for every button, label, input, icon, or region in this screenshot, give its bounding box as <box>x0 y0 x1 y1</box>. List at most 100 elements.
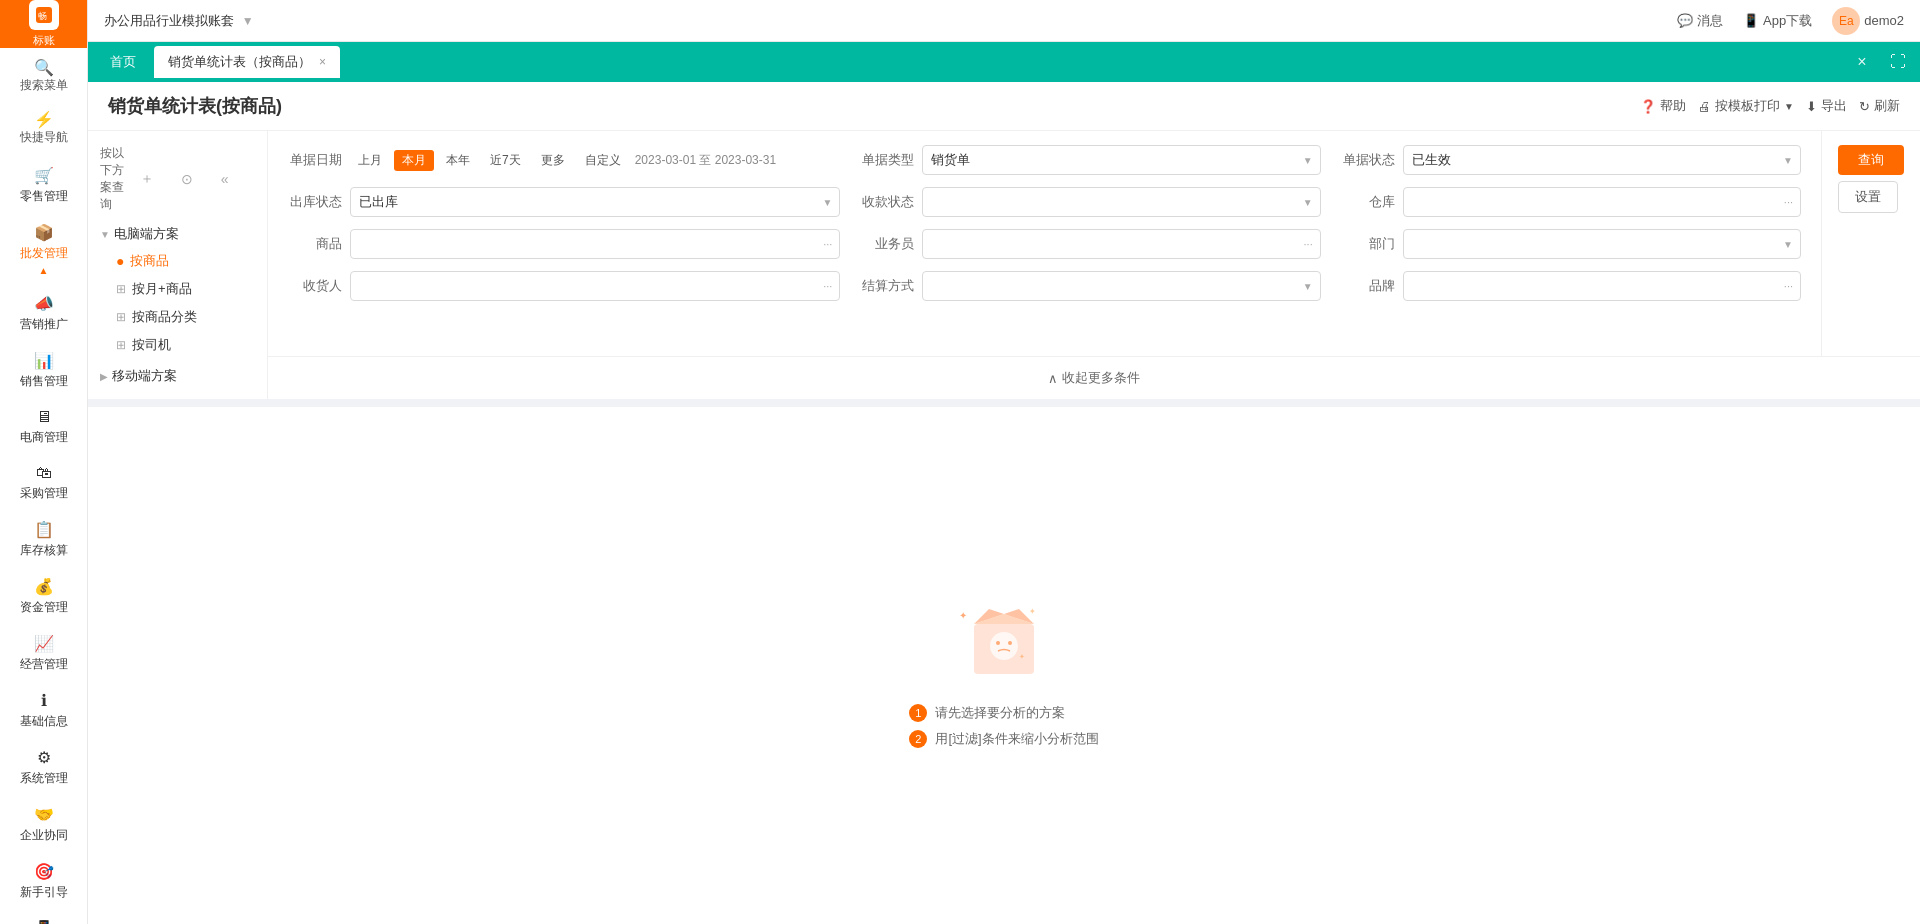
sidebar-item-basicinfo[interactable]: ℹ 基础信息 <box>0 681 87 738</box>
export-btn[interactable]: ⬇ 导出 <box>1806 97 1847 115</box>
date-label: 单据日期 <box>288 151 342 169</box>
tip-2-text: 用[过滤]条件来缩小分析范围 <box>935 730 1098 748</box>
settlement-label: 结算方式 <box>860 277 914 295</box>
date-btn-custom[interactable]: 自定义 <box>577 150 629 171</box>
filter-row-1: 单据日期 上月 本月 本年 近7天 更多 自定义 <box>288 145 1801 175</box>
finance-label: 资金管理 <box>20 599 68 616</box>
sidebar-item-system[interactable]: ⚙ 系统管理 <box>0 738 87 795</box>
date-btn-more[interactable]: 更多 <box>533 150 573 171</box>
scheme-item-goods-category[interactable]: ⊞ 按商品分类 <box>88 303 267 331</box>
topbar-msg-btn[interactable]: 💬 消息 <box>1677 12 1723 30</box>
marketing-icon: 📣 <box>34 294 54 313</box>
doctype-control: ▼ <box>922 145 1320 175</box>
settlement-control: ▼ <box>922 271 1320 301</box>
salesperson-input[interactable] <box>922 229 1320 259</box>
filter-row-2: 出库状态 ▼ 收款状态 <box>288 187 1801 217</box>
warehouse-dots-icon[interactable]: ··· <box>1784 196 1793 208</box>
sidebar-item-purchase[interactable]: 🛍 采购管理 <box>0 454 87 510</box>
sidebar-item-quicknav[interactable]: ⚡ 快捷导航 <box>0 100 87 152</box>
sidebar-item-search[interactable]: 🔍 搜索菜单 <box>0 48 87 100</box>
filter-field-salesperson: 业务员 ··· <box>860 229 1320 259</box>
sidebar-item-collab[interactable]: 🤝 企业协同 <box>0 795 87 852</box>
group-arrow-icon: ▼ <box>100 229 110 240</box>
date-btn-this-month[interactable]: 本月 <box>394 150 434 171</box>
svg-point-3 <box>990 632 1018 660</box>
tab-maximize-btn[interactable]: ⛶ <box>1884 48 1912 76</box>
scheme-settings-btn[interactable]: ⊙ <box>181 171 215 187</box>
ecommerce-icon: 🖥 <box>36 408 52 426</box>
scheme-collapse-btn[interactable]: « <box>221 171 255 187</box>
sidebar-item-ecommerce[interactable]: 🖥 电商管理 <box>0 398 87 454</box>
collapse-btn[interactable]: ∧ 收起更多条件 <box>1032 365 1156 391</box>
sidebar-item-retail[interactable]: 🛒 零售管理 <box>0 156 87 213</box>
sidebar-item-finance[interactable]: 💰 资金管理 <box>0 567 87 624</box>
goods-input[interactable] <box>350 229 840 259</box>
scheme-panel: 按以下方案查询 ＋ ⊙ « ▼ 电脑端方案 ● 按商品 <box>88 131 268 399</box>
tab-home[interactable]: 首页 <box>96 46 150 78</box>
tab-active-label: 销货单统计表（按商品） <box>168 53 311 71</box>
filter-field-payment: 收款状态 ▼ <box>860 187 1320 217</box>
tab-close-btn[interactable]: × <box>319 55 326 69</box>
salesperson-dots-icon[interactable]: ··· <box>1304 238 1313 250</box>
department-input[interactable] <box>1403 229 1801 259</box>
date-btn-last-month[interactable]: 上月 <box>350 150 390 171</box>
scheme-item-driver[interactable]: ⊞ 按司机 <box>88 331 267 359</box>
sidebar-item-wholesale[interactable]: 📦 批发管理 ▲ <box>0 213 87 284</box>
print-btn[interactable]: 🖨 按模板打印 ▼ <box>1698 97 1794 115</box>
sidebar-item-operations[interactable]: 📈 经营管理 <box>0 624 87 681</box>
inventory-label: 库存核算 <box>20 542 68 559</box>
brand-dots-icon[interactable]: ··· <box>1784 280 1793 292</box>
goods-dots-icon[interactable]: ··· <box>823 238 832 250</box>
svg-text:✦: ✦ <box>1029 607 1036 616</box>
help-btn[interactable]: ❓ 帮助 <box>1640 97 1686 115</box>
scheme-driver-icon: ⊞ <box>116 338 126 352</box>
date-btn-this-year[interactable]: 本年 <box>438 150 478 171</box>
refresh-btn[interactable]: ↻ 刷新 <box>1859 97 1900 115</box>
tab-close-all-btn[interactable]: × <box>1848 48 1876 76</box>
date-btn-7days[interactable]: 近7天 <box>482 150 529 171</box>
tab-active[interactable]: 销货单统计表（按商品） × <box>154 46 340 78</box>
sidebar-item-inventory[interactable]: 📋 库存核算 <box>0 510 87 567</box>
scheme-item-month-goods[interactable]: ⊞ 按月+商品 <box>88 275 267 303</box>
outstatus-input[interactable] <box>350 187 840 217</box>
payment-input[interactable] <box>922 187 1320 217</box>
docstatus-input[interactable] <box>1403 145 1801 175</box>
sidebar-item-marketing[interactable]: 📣 营销推广 <box>0 284 87 341</box>
warehouse-input[interactable] <box>1403 187 1801 217</box>
doctype-input[interactable] <box>922 145 1320 175</box>
brand-input[interactable] <box>1403 271 1801 301</box>
topbar-dropdown-icon[interactable]: ▼ <box>242 14 254 28</box>
sidebar-item-guide[interactable]: 🎯 新手引导 <box>0 852 87 909</box>
sidebar-item-sales[interactable]: 📊 销售管理 <box>0 341 87 398</box>
filter-field-docstatus: 单据状态 ▼ <box>1341 145 1801 175</box>
scheme-group-desktop-header[interactable]: ▼ 电脑端方案 <box>88 221 267 247</box>
receiver-dots-icon[interactable]: ··· <box>823 280 832 292</box>
collapse-btn-label: 收起更多条件 <box>1062 369 1140 387</box>
scheme-add-btn[interactable]: ＋ <box>140 170 174 188</box>
sidebar-search-label: 搜索菜单 <box>0 77 87 94</box>
settlement-input[interactable] <box>922 271 1320 301</box>
scheme-item-by-goods[interactable]: ● 按商品 <box>88 247 267 275</box>
scheme-group-mobile-header[interactable]: ▶ 移动端方案 <box>88 363 267 389</box>
export-icon: ⬇ <box>1806 99 1817 114</box>
query-btn[interactable]: 查询 <box>1838 145 1904 175</box>
outstatus-label: 出库状态 <box>288 193 342 211</box>
settings-btn[interactable]: 设置 <box>1838 181 1898 213</box>
topbar-app-btn[interactable]: 📱 App下载 <box>1743 12 1812 30</box>
empty-state: ✦ ✦ ✦ 1 请先选择要分析的方案 2 用[过滤]条件来缩小分析范围 <box>88 407 1920 924</box>
page-title: 销货单统计表(按商品) <box>108 94 282 130</box>
scheme-header-label: 按以下方案查询 <box>100 145 134 213</box>
scheme-header: 按以下方案查询 ＋ ⊙ « <box>88 141 267 217</box>
topbar-right: 💬 消息 📱 App下载 Ea demo2 <box>1677 7 1904 35</box>
app-name: 标账 <box>33 33 55 48</box>
logo-icon: 畅 <box>29 0 59 30</box>
avatar: Ea <box>1832 7 1860 35</box>
topbar-user-btn[interactable]: Ea demo2 <box>1832 7 1904 35</box>
sidebar-item-appcenter[interactable]: 📱 应用中心 <box>0 909 87 924</box>
svg-point-5 <box>1008 641 1012 645</box>
scheme-group-desktop: ▼ 电脑端方案 ● 按商品 ⊞ 按月+商品 ⊞ <box>88 221 267 359</box>
content-area: 销货单统计表(按商品) ❓ 帮助 🖨 按模板打印 ▼ ⬇ 导出 ↻ 刷新 <box>88 82 1920 924</box>
retail-label: 零售管理 <box>20 188 68 205</box>
receiver-input[interactable] <box>350 271 840 301</box>
guide-icon: 🎯 <box>34 862 54 881</box>
